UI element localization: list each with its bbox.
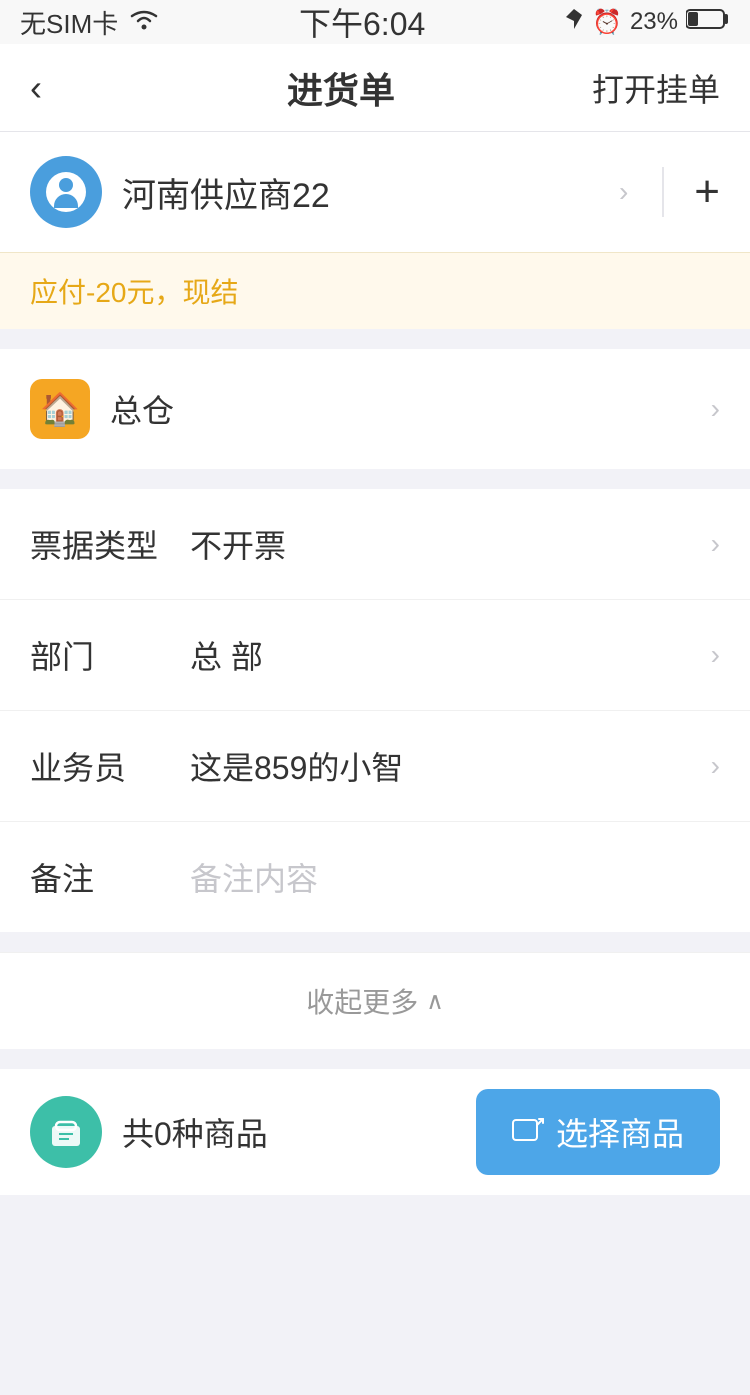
nav-bar: ‹ 进货单 打开挂单 [0, 44, 750, 132]
remark-input[interactable]: 备注内容 [190, 854, 720, 900]
select-product-label: 选择商品 [556, 1109, 684, 1155]
warehouse-section: 🏠 总仓 › [0, 349, 750, 469]
wifi-icon [128, 7, 160, 38]
avatar-inner [46, 172, 86, 212]
battery-icon [686, 8, 730, 37]
invoice-chevron-icon: › [711, 528, 720, 560]
collapse-button[interactable]: 收起更多 ∧ [0, 952, 750, 1049]
remark-label: 备注 [30, 854, 170, 900]
salesperson-value: 这是859的小智 [190, 743, 711, 789]
status-time: 下午6:04 [299, 0, 425, 45]
collapse-section: 收起更多 ∧ [0, 952, 750, 1049]
collapse-label: 收起更多 [306, 981, 418, 1021]
warehouse-label: 总仓 [110, 386, 711, 432]
select-icon [512, 1115, 544, 1150]
department-label: 部门 [30, 632, 170, 678]
warehouse-chevron-icon: › [711, 393, 720, 425]
location-icon [564, 7, 584, 38]
status-left: 无SIM卡 [20, 4, 160, 41]
bottom-bar: 共0种商品 选择商品 [0, 1069, 750, 1195]
notice-text: 应付-20元，现结 [30, 277, 238, 308]
main-content: 河南供应商22 › + 应付-20元，现结 🏠 总仓 › 票据类型 不开票 › [0, 132, 750, 1395]
sim-label: 无SIM卡 [20, 4, 118, 41]
select-product-button[interactable]: 选择商品 [476, 1089, 720, 1175]
invoice-type-label: 票据类型 [30, 521, 170, 567]
remark-row[interactable]: 备注 备注内容 [0, 822, 750, 932]
supplier-avatar [30, 156, 102, 228]
department-value: 总 部 [190, 632, 711, 678]
form-section: 票据类型 不开票 › 部门 总 部 › 业务员 这是859的小智 › 备注 备注… [0, 489, 750, 932]
invoice-type-row[interactable]: 票据类型 不开票 › [0, 489, 750, 600]
back-button[interactable]: ‹ [30, 67, 90, 109]
house-icon: 🏠 [40, 390, 80, 428]
salesperson-label: 业务员 [30, 743, 170, 789]
collapse-icon: ∧ [426, 987, 444, 1016]
salesperson-chevron-icon: › [711, 750, 720, 782]
department-chevron-icon: › [711, 639, 720, 671]
invoice-type-value: 不开票 [190, 521, 711, 567]
status-right: ⏰ 23% [564, 7, 730, 38]
alarm-icon: ⏰ [592, 8, 622, 37]
battery-label: 23% [630, 8, 678, 36]
page-title: 进货单 [287, 62, 395, 114]
warehouse-row[interactable]: 🏠 总仓 › [0, 349, 750, 469]
status-bar: 无SIM卡 下午6:04 ⏰ 23% [0, 0, 750, 44]
supplier-name: 河南供应商22 [122, 168, 619, 217]
supplier-divider [662, 167, 664, 217]
product-icon [30, 1096, 102, 1168]
supplier-row[interactable]: 河南供应商22 › + [0, 132, 750, 252]
gray-fill-area [0, 1195, 750, 1395]
supplier-chevron-icon: › [619, 176, 628, 208]
add-supplier-button[interactable]: + [694, 167, 720, 217]
product-count-label: 共0种商品 [122, 1109, 476, 1155]
open-pending-button[interactable]: 打开挂单 [592, 65, 720, 111]
supplier-section: 河南供应商22 › + 应付-20元，现结 [0, 132, 750, 329]
warehouse-icon: 🏠 [30, 379, 90, 439]
department-row[interactable]: 部门 总 部 › [0, 600, 750, 711]
notice-bar: 应付-20元，现结 [0, 252, 750, 329]
salesperson-row[interactable]: 业务员 这是859的小智 › [0, 711, 750, 822]
